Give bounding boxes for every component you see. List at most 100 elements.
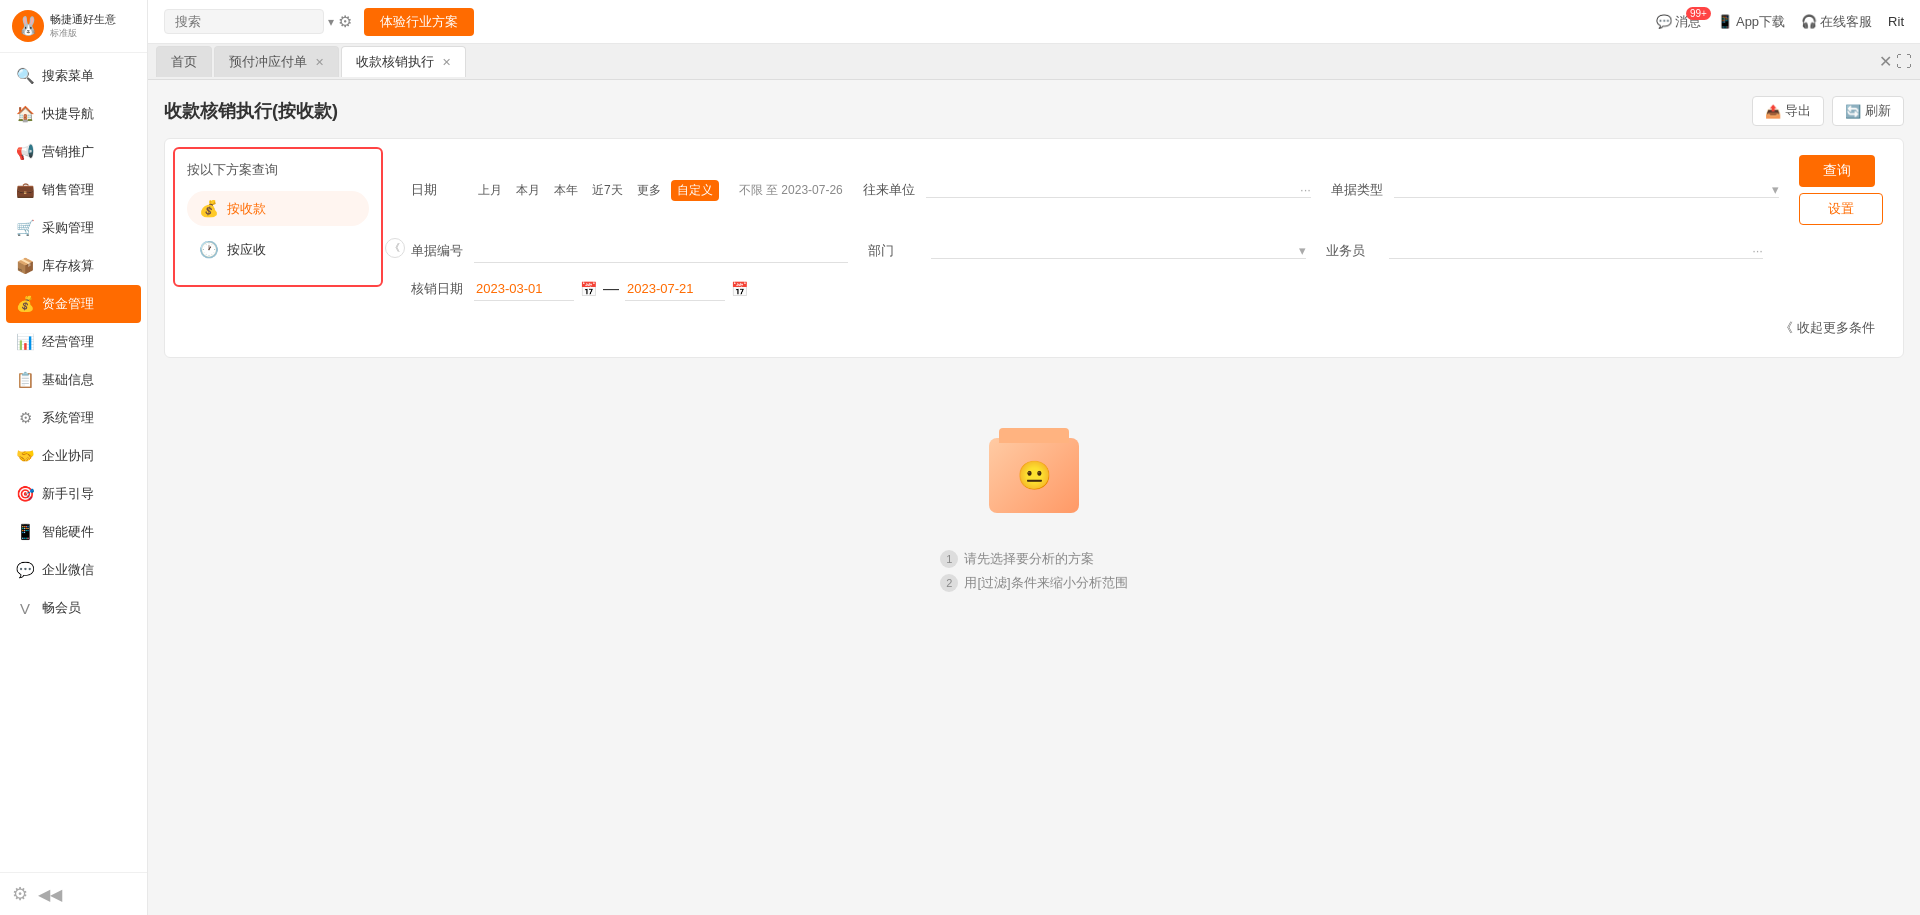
form-row-3: 核销日期 📅 — 📅	[411, 277, 1883, 301]
tab-label-1: 预付冲应付单	[229, 53, 307, 71]
nav-icon-14: V	[16, 600, 34, 617]
setting-button[interactable]: 设置	[1799, 193, 1883, 225]
solution-button[interactable]: 体验行业方案	[364, 8, 474, 36]
service-button[interactable]: 🎧 在线客服	[1801, 13, 1872, 31]
export-icon: 📤	[1765, 104, 1781, 119]
expand-tab-button[interactable]: ⛶	[1896, 52, 1912, 71]
search-form: 日期 上月 本月 本年 近7天 更多 自定义 不限 至 2023-07-26	[391, 139, 1903, 357]
date-field: 日期 上月 本月 本年 近7天 更多 自定义	[411, 180, 719, 201]
tab-2[interactable]: 收款核销执行 ✕	[341, 46, 466, 77]
verify-date-field: 核销日期 📅 — 📅	[411, 277, 748, 301]
sidebar-item-10[interactable]: 🤝企业协同	[0, 437, 147, 475]
sidebar-item-2[interactable]: 📢营销推广	[0, 133, 147, 171]
settings-icon[interactable]: ⚙	[12, 883, 28, 905]
staff-select-wrapper: ···	[1389, 243, 1763, 259]
sidebar-item-12[interactable]: 📱智能硬件	[0, 513, 147, 551]
nav-icon-5: 📦	[16, 257, 34, 275]
empty-hint-2: 2 用[过滤]条件来缩小分析范围	[940, 574, 1127, 592]
sidebar-item-6[interactable]: 💰资金管理	[6, 285, 141, 323]
partner-label: 往来单位	[863, 181, 918, 199]
empty-state: 😐 1 请先选择要分析的方案 2 用[过滤]条件来缩小分析范围	[164, 358, 1904, 672]
hint-num-1: 1	[940, 550, 958, 568]
message-icon: 💬	[1656, 14, 1672, 29]
sidebar-item-0[interactable]: 🔍搜索菜单	[0, 57, 147, 95]
sidebar-item-8[interactable]: 📋基础信息	[0, 361, 147, 399]
sidebar-item-1[interactable]: 🏠快捷导航	[0, 95, 147, 133]
dept-input[interactable]	[931, 243, 1294, 258]
service-icon: 🎧	[1801, 14, 1817, 29]
sidebar-item-3[interactable]: 💼销售管理	[0, 171, 147, 209]
date-last-month[interactable]: 上月	[474, 180, 506, 201]
sidebar-item-9[interactable]: ⚙系统管理	[0, 399, 147, 437]
user-profile[interactable]: Rit	[1888, 14, 1904, 29]
tab-1[interactable]: 预付冲应付单 ✕	[214, 46, 339, 77]
staff-more-icon[interactable]: ···	[1752, 243, 1763, 258]
page-header: 收款核销执行(按收款) 📤 导出 🔄 刷新	[164, 96, 1904, 126]
nav-icon-3: 💼	[16, 181, 34, 199]
sidebar-item-14[interactable]: V畅会员	[0, 589, 147, 627]
doc-no-input[interactable]	[474, 239, 848, 263]
verify-date-to-calendar-icon[interactable]: 📅	[731, 281, 748, 297]
logo-text-block: 畅捷通好生意 标准版	[50, 12, 116, 39]
dept-field: 部门 ▾	[868, 242, 1305, 260]
partner-more-icon[interactable]: ···	[1300, 182, 1311, 197]
verify-date-from-calendar-icon[interactable]: 📅	[580, 281, 597, 297]
topbar-search-area: ▾ ⚙	[164, 9, 352, 34]
filter-sidebar-wrapper: 按以下方案查询 💰 按收款 🕐 按应收 《	[165, 139, 391, 357]
export-button[interactable]: 📤 导出	[1752, 96, 1824, 126]
sidebar-item-5[interactable]: 📦库存核算	[0, 247, 147, 285]
tab-0[interactable]: 首页	[156, 46, 212, 77]
message-button[interactable]: 💬 消息 99+	[1656, 13, 1701, 31]
doc-type-dropdown-icon[interactable]: ▾	[1772, 182, 1779, 197]
nav-icon-11: 🎯	[16, 485, 34, 503]
collapse-more-button[interactable]: 《 收起更多条件	[1772, 315, 1883, 341]
sidebar-item-11[interactable]: 🎯新手引导	[0, 475, 147, 513]
tab-label-2: 收款核销执行	[356, 53, 434, 71]
search-chevron-icon[interactable]: ▾	[328, 15, 334, 29]
tabbar-actions: ✕ ⛶	[1879, 52, 1912, 71]
topbar: ▾ ⚙ 体验行业方案 💬 消息 99+ 📱 App下载 🎧 在线客服 Rit	[148, 0, 1920, 44]
staff-field: 业务员 ···	[1326, 242, 1763, 260]
date-shortcuts: 上月 本月 本年 近7天 更多 自定义	[474, 180, 719, 201]
filter-item-by-receipt[interactable]: 💰 按收款	[187, 191, 369, 226]
date-7days[interactable]: 近7天	[588, 180, 627, 201]
tab-close-2[interactable]: ✕	[442, 56, 451, 69]
tab-close-1[interactable]: ✕	[315, 56, 324, 69]
nav-icon-9: ⚙	[16, 409, 34, 427]
dept-label: 部门	[868, 242, 923, 260]
filter-item-by-receivable[interactable]: 🕐 按应收	[187, 232, 369, 267]
sidebar-logo: 🐰 畅捷通好生意 标准版	[0, 0, 147, 53]
sidebar-item-7[interactable]: 📊经营管理	[0, 323, 147, 361]
export-label: 导出	[1785, 102, 1811, 120]
doc-type-select-wrapper: ▾	[1394, 182, 1779, 198]
collapse-sidebar-icon[interactable]: ◀◀	[38, 885, 62, 904]
dept-dropdown-icon[interactable]: ▾	[1299, 243, 1306, 258]
app-download-button[interactable]: 📱 App下载	[1717, 13, 1785, 31]
verify-date-from-input[interactable]	[474, 277, 574, 301]
query-panel: 按以下方案查询 💰 按收款 🕐 按应收 《 日期	[164, 138, 1904, 358]
nav-icon-10: 🤝	[16, 447, 34, 465]
collapse-icon: 《	[1780, 319, 1793, 337]
date-custom[interactable]: 自定义	[671, 180, 719, 201]
dept-select-wrapper: ▾	[931, 243, 1305, 259]
filter-receipt-label: 按收款	[227, 200, 266, 218]
sidebar-item-4[interactable]: 🛒采购管理	[0, 209, 147, 247]
partner-input[interactable]	[926, 182, 1296, 197]
doc-type-input[interactable]	[1394, 182, 1768, 197]
staff-input[interactable]	[1389, 243, 1748, 258]
date-this-year[interactable]: 本年	[550, 180, 582, 201]
topbar-gear-icon[interactable]: ⚙	[338, 12, 352, 31]
close-tab-button[interactable]: ✕	[1879, 52, 1892, 71]
date-more[interactable]: 更多	[633, 180, 665, 201]
search-input[interactable]	[164, 9, 324, 34]
filter-receivable-icon: 🕐	[199, 240, 219, 259]
verify-date-to-input[interactable]	[625, 277, 725, 301]
query-button[interactable]: 查询	[1799, 155, 1875, 187]
main-content: ▾ ⚙ 体验行业方案 💬 消息 99+ 📱 App下载 🎧 在线客服 Rit 首…	[148, 0, 1920, 915]
refresh-button[interactable]: 🔄 刷新	[1832, 96, 1904, 126]
doc-no-field: 单据编号	[411, 239, 848, 263]
date-this-month[interactable]: 本月	[512, 180, 544, 201]
collapse-filter-button[interactable]: 《	[385, 238, 405, 258]
service-label: 在线客服	[1820, 13, 1872, 31]
sidebar-item-13[interactable]: 💬企业微信	[0, 551, 147, 589]
